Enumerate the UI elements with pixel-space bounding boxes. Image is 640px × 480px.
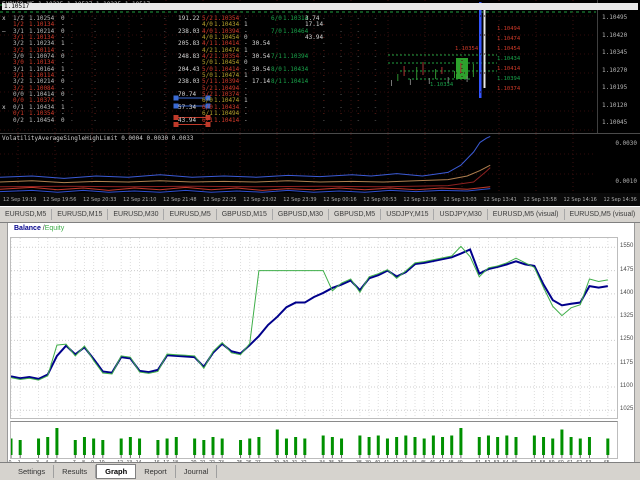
graph-y-tick: 1175 bbox=[620, 360, 633, 366]
spike-price-label: 1.10494 bbox=[497, 26, 520, 32]
graph-legend: Balance /Equity bbox=[12, 225, 66, 232]
time-axis-label: 12 Sep 22:25 bbox=[203, 197, 236, 203]
tester-tab[interactable]: Graph bbox=[96, 464, 136, 479]
chart-tab[interactable]: EURUSD,M15 bbox=[52, 209, 108, 220]
price-scale-label: 1.10270 bbox=[602, 67, 627, 74]
time-axis-label: 12 Sep 14:36 bbox=[603, 197, 636, 203]
panel-left-edge bbox=[0, 223, 8, 463]
chart-tab[interactable]: EURUSD,M5 bbox=[0, 209, 52, 220]
time-axis[interactable]: 12 Sep 19:19 12 Sep 19:56 12 Sep 20:33 12 S… bbox=[0, 193, 640, 206]
tester-tab[interactable]: Results bbox=[54, 465, 96, 478]
time-axis-label: 12 Sep 13:41 bbox=[483, 197, 516, 203]
indicator-window[interactable]: VolatilityAverageSingleHighLimit 0.0004 … bbox=[0, 133, 640, 193]
spike-price-label: 1.10334 bbox=[430, 82, 453, 88]
time-axis-label: 12 Sep 00:53 bbox=[363, 197, 396, 203]
spike-price-label: 1.10374 bbox=[497, 86, 520, 92]
chart-tab[interactable]: EURUSD,M5 (visual) bbox=[488, 209, 565, 220]
price-scale-label: 1.10345 bbox=[602, 49, 627, 56]
chart-tab[interactable]: USDJPY,M15 bbox=[381, 209, 434, 220]
spike-price-label: 1.10454 bbox=[497, 46, 520, 52]
mt4-strategy-tester-screen: EURUSD,M5 1.10225 1.10527 1.10225 1.1051… bbox=[0, 0, 640, 480]
lot-size-histogram bbox=[10, 421, 618, 459]
spike-price-label: 1.10434 bbox=[497, 56, 520, 62]
indicator-title: VolatilityAverageSingleHighLimit 0.0004 … bbox=[2, 135, 193, 142]
tester-tab[interactable]: Settings bbox=[10, 465, 54, 478]
graph-y-tick: 1325 bbox=[620, 313, 633, 319]
graph-y-tick: 1250 bbox=[620, 336, 633, 342]
time-axis-label: 12 Sep 13:58 bbox=[523, 197, 556, 203]
graph-y-tick: 1475 bbox=[620, 267, 633, 273]
time-axis-label: 12 Sep 23:02 bbox=[243, 197, 276, 203]
chart-tab[interactable]: GBPUSD,M5 bbox=[329, 209, 381, 220]
indicator-scale-bottom: 0.0010 bbox=[615, 178, 637, 185]
panel-right-edge bbox=[634, 223, 640, 463]
price-scale-label: 1.10420 bbox=[602, 32, 627, 39]
time-axis-label: 12 Sep 13:03 bbox=[443, 197, 476, 203]
price-scale-label: 1.10120 bbox=[602, 102, 627, 109]
indicator-scale-top: 0.0030 bbox=[615, 140, 637, 147]
tester-tab[interactable]: Journal bbox=[176, 465, 218, 478]
time-axis-label: 12 Sep 19:19 bbox=[3, 197, 36, 203]
time-axis-label: 12 Sep 00:16 bbox=[323, 197, 356, 203]
graph-y-tick: 1550 bbox=[620, 243, 633, 249]
chart-tab[interactable]: EURUSD,M5 (visual) bbox=[565, 209, 640, 220]
tester-graph-panel: Balance /Equity 1550 1475 1400 1325 1250 1175… bbox=[0, 222, 640, 462]
price-scale[interactable]: 1.10495 1.10420 1.10345 1.10270 1.10195 1.101… bbox=[597, 0, 640, 133]
ea-comment-row: 0/2 1.10454 0 - - - - - 43.94 6/1 1.1041… bbox=[0, 117, 598, 123]
time-axis-label: 12 Sep 21:48 bbox=[163, 197, 196, 203]
chart-tab[interactable]: EURUSD,M5 bbox=[164, 209, 216, 220]
tester-tab[interactable]: Report bbox=[136, 465, 176, 478]
chart-tab[interactable]: GBPUSD,M30 bbox=[273, 209, 329, 220]
graph-y-tick: 1025 bbox=[620, 406, 633, 412]
chart-tab[interactable]: GBPUSD,M15 bbox=[217, 209, 273, 220]
legend-balance: Balance bbox=[14, 225, 41, 232]
current-price-box: 1.10517 bbox=[2, 3, 638, 10]
graph-y-tick: 1100 bbox=[620, 383, 633, 389]
balance-equity-plot bbox=[10, 237, 618, 419]
spike-price-label: 1.10474 bbox=[497, 36, 520, 42]
spike-price-label: 1.10414 bbox=[497, 66, 520, 72]
spike-price-label: 1.10394 bbox=[497, 76, 520, 82]
time-axis-label: 12 Sep 23:39 bbox=[283, 197, 316, 203]
legend-equity: Equity bbox=[45, 225, 64, 232]
price-scale-label: 1.10195 bbox=[602, 84, 627, 91]
time-axis-label: 12 Sep 21:10 bbox=[123, 197, 156, 203]
time-axis-label: 12 Sep 19:56 bbox=[43, 197, 76, 203]
chart-tab[interactable]: USDJPY,M30 bbox=[434, 209, 487, 220]
price-chart-window[interactable]: EURUSD,M5 1.10225 1.10527 1.10225 1.1051… bbox=[0, 0, 640, 133]
time-axis-label: 12 Sep 20:33 bbox=[83, 197, 116, 203]
indicator-lines bbox=[0, 134, 640, 194]
price-scale-label: 1.10045 bbox=[602, 119, 627, 126]
tester-tab-bar: SettingsResultsGraphReportJournal bbox=[0, 462, 640, 480]
time-axis-label: 12 Sep 12:36 bbox=[403, 197, 436, 203]
chart-tab-bar: EURUSD,M5EURUSD,M15EURUSD,M30EURUSD,M5GB… bbox=[0, 206, 640, 222]
spike-price-label: 1.10354 bbox=[455, 46, 478, 52]
time-axis-label: 12 Sep 14:16 bbox=[563, 197, 596, 203]
graph-y-tick: 1400 bbox=[620, 290, 633, 296]
price-scale-label: 1.10495 bbox=[602, 14, 627, 21]
chart-tab[interactable]: EURUSD,M30 bbox=[108, 209, 164, 220]
